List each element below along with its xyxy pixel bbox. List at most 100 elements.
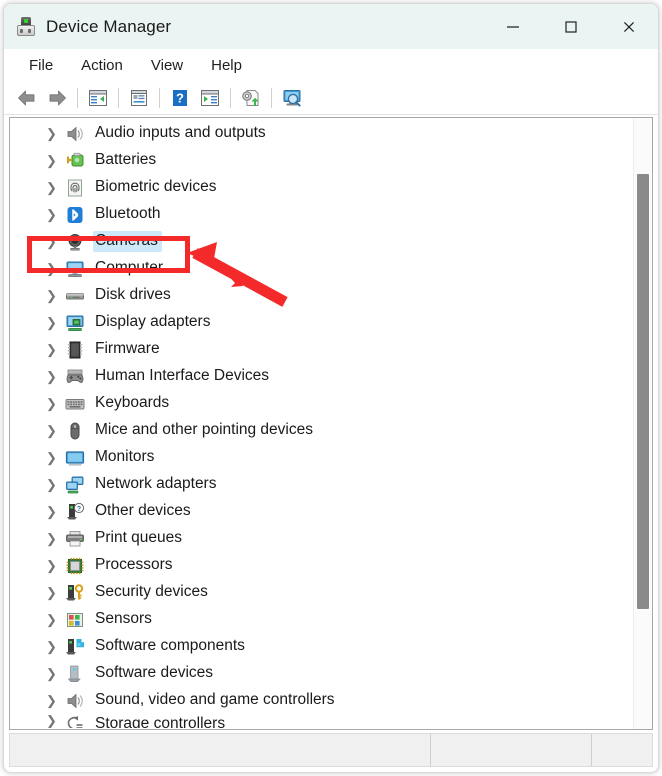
keyboard-icon (64, 394, 86, 414)
tree-item-label: Cameras (93, 231, 162, 252)
sensor-icon (64, 610, 86, 630)
chevron-right-icon[interactable]: ❯ (46, 208, 64, 221)
chevron-right-icon[interactable]: ❯ (46, 127, 64, 140)
tree-item-label: Audio inputs and outputs (95, 124, 266, 141)
menu-item-file[interactable]: File (18, 54, 64, 77)
chevron-right-icon[interactable]: ❯ (46, 370, 64, 383)
forward-button[interactable] (42, 85, 72, 111)
show-hide-action-pane-icon (201, 90, 219, 106)
chevron-right-icon[interactable]: ❯ (46, 397, 64, 410)
chevron-right-icon[interactable]: ❯ (46, 316, 64, 329)
tree-item-other-devices[interactable]: ❯ ? Other devices (10, 498, 632, 525)
chevron-right-icon[interactable]: ❯ (46, 262, 64, 275)
update-driver-button[interactable] (236, 85, 266, 111)
tree-item-label: Processors (95, 556, 173, 573)
show-hide-console-tree-icon (89, 90, 107, 106)
chevron-right-icon[interactable]: ❯ (46, 424, 64, 437)
tree-item-print-queues[interactable]: ❯ Print queues (10, 525, 632, 552)
window-title: Device Manager (46, 16, 172, 36)
properties-button[interactable] (124, 85, 154, 111)
chevron-right-icon[interactable]: ❯ (46, 451, 64, 464)
chevron-right-icon[interactable]: ❯ (46, 667, 64, 680)
scan-for-hardware-changes-button[interactable] (277, 85, 307, 111)
minimize-button[interactable] (484, 4, 542, 49)
unknown-device-icon: ? (64, 502, 86, 522)
tree-item-software-devices[interactable]: ❯ Software devices (10, 660, 632, 687)
software-component-icon (64, 637, 86, 657)
svg-text:?: ? (77, 506, 81, 513)
chevron-right-icon[interactable]: ❯ (46, 343, 64, 356)
tree-item-security-devices[interactable]: ❯ Security devices (10, 579, 632, 606)
tree-item-label: Security devices (95, 583, 208, 600)
menu-item-view[interactable]: View (140, 54, 194, 77)
toolbar-separator (77, 88, 78, 108)
chevron-right-icon[interactable]: ❯ (46, 714, 64, 727)
tree-item-biometric-devices[interactable]: ❯ Biometric devices (10, 174, 632, 201)
mouse-icon (64, 421, 86, 441)
maximize-button[interactable] (542, 4, 600, 49)
tree-item-network-adapters[interactable]: ❯ Network adapters (10, 471, 632, 498)
chevron-right-icon[interactable]: ❯ (46, 505, 64, 518)
show-hide-action-pane-button[interactable] (195, 85, 225, 111)
close-button[interactable] (600, 4, 658, 49)
bluetooth-icon (64, 205, 86, 225)
tree-item-audio-inputs-and-outputs[interactable]: ❯ Audio inputs and outputs (10, 120, 632, 147)
show-hide-console-tree-button[interactable] (83, 85, 113, 111)
tree-item-label: Monitors (95, 448, 155, 465)
status-bar-section-2 (431, 734, 592, 766)
menu-item-action[interactable]: Action (70, 54, 134, 77)
tree-item-processors[interactable]: ❯ Processors (10, 552, 632, 579)
help-button[interactable]: ? (165, 85, 195, 111)
tree-item-monitors[interactable]: ❯ Monitors (10, 444, 632, 471)
chevron-right-icon[interactable]: ❯ (46, 289, 64, 302)
vertical-scrollbar[interactable] (633, 118, 652, 729)
tree-item-batteries[interactable]: ❯ Batteries (10, 147, 632, 174)
toolbar-separator (271, 88, 272, 108)
scrollbar-thumb[interactable] (637, 174, 649, 609)
chevron-right-icon[interactable]: ❯ (46, 181, 64, 194)
tree-item-storage-controllers[interactable]: ❯ Storage controllers (10, 714, 632, 728)
chevron-right-icon[interactable]: ❯ (46, 559, 64, 572)
tree-item-label: Firmware (95, 340, 160, 357)
tree-item-label: Disk drives (95, 286, 171, 303)
chevron-right-icon[interactable]: ❯ (46, 694, 64, 707)
maximize-icon (565, 20, 577, 33)
tree-item-human-interface-devices[interactable]: ❯ Human Interface Devices (10, 363, 632, 390)
device-tree[interactable]: ❯ Audio inputs and outputs ❯ Batteries ❯… (10, 118, 632, 729)
device-tree-panel: ❯ Audio inputs and outputs ❯ Batteries ❯… (9, 117, 653, 730)
back-icon (18, 90, 35, 106)
tree-item-label: Display adapters (95, 313, 211, 330)
gamepad-icon (64, 367, 86, 387)
tree-item-sound-video-and-game-controllers[interactable]: ❯ Sound, video and game controllers (10, 687, 632, 714)
scan-for-hardware-changes-icon (283, 90, 301, 107)
security-key-icon (64, 583, 86, 603)
chevron-right-icon[interactable]: ❯ (46, 586, 64, 599)
back-button[interactable] (12, 85, 42, 111)
window-controls (484, 4, 658, 49)
chevron-right-icon[interactable]: ❯ (46, 613, 64, 626)
tree-item-bluetooth[interactable]: ❯ Bluetooth (10, 201, 632, 228)
disk-drive-icon (64, 286, 86, 306)
status-bar-message (10, 734, 431, 766)
network-adapter-icon (64, 475, 86, 495)
tree-item-software-components[interactable]: ❯ Software components (10, 633, 632, 660)
tree-item-disk-drives[interactable]: ❯ Disk drives (10, 282, 632, 309)
tree-item-computer[interactable]: ❯ Computer (10, 255, 632, 282)
chevron-right-icon[interactable]: ❯ (46, 235, 64, 248)
chevron-right-icon[interactable]: ❯ (46, 532, 64, 545)
tree-item-firmware[interactable]: ❯ Firmware (10, 336, 632, 363)
menu-item-help[interactable]: Help (200, 54, 253, 77)
chevron-right-icon[interactable]: ❯ (46, 640, 64, 653)
firmware-chip-icon (64, 340, 86, 360)
tree-item-cameras[interactable]: ❯ Cameras (10, 228, 632, 255)
tree-item-display-adapters[interactable]: ❯ Display adapters (10, 309, 632, 336)
printer-icon (64, 529, 86, 549)
tree-item-sensors[interactable]: ❯ Sensors (10, 606, 632, 633)
chevron-right-icon[interactable]: ❯ (46, 478, 64, 491)
tree-item-label: Biometric devices (95, 178, 217, 195)
tree-item-keyboards[interactable]: ❯ Keyboards (10, 390, 632, 417)
tree-item-mice-and-other-pointing-devices[interactable]: ❯ Mice and other pointing devices (10, 417, 632, 444)
tree-item-label: Print queues (95, 529, 183, 546)
tree-item-label: Mice and other pointing devices (95, 421, 313, 438)
chevron-right-icon[interactable]: ❯ (46, 154, 64, 167)
